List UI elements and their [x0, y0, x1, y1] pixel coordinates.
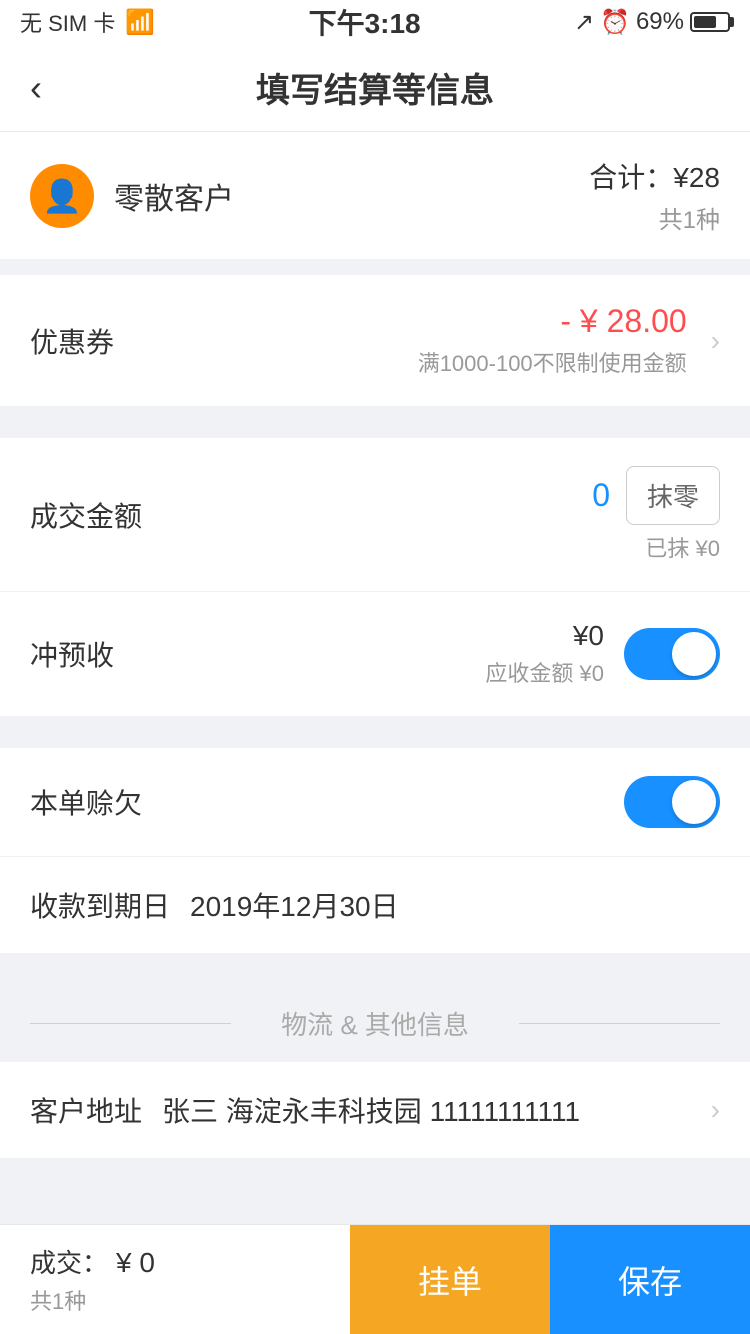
customer-count: 共1种 [589, 200, 720, 235]
address-value: 张三 海淀永丰科技园 11111111111 [162, 1090, 691, 1130]
bottom-info: 成交： ¥ 0 共1种 [0, 1243, 350, 1316]
status-bar: 无 SIM 卡 📶 下午3:18 ↗ ⏰ 69% [0, 0, 750, 44]
status-left: 无 SIM 卡 📶 [20, 6, 155, 38]
due-date-row: 收款到期日 2019年12月30日 [0, 857, 750, 953]
customer-left: 👤 零散客户 [30, 164, 234, 228]
back-button[interactable]: ‹ [30, 67, 42, 109]
transaction-section: 成交金额 0 抹零 已抹 ¥0 冲预收 ¥0 应收金额 ¥0 [0, 438, 750, 716]
customer-avatar: 👤 [30, 164, 94, 228]
prepaid-receivable: 应收金额 ¥0 [485, 656, 604, 688]
coupon-value-area: - ¥ 28.00 满1000-100不限制使用金额 › [418, 303, 720, 378]
battery-icon [690, 12, 730, 32]
battery-percent: 69% [636, 8, 684, 36]
customer-summary: 合计：¥28 共1种 [589, 156, 720, 235]
coupon-row[interactable]: 优惠券 - ¥ 28.00 满1000-100不限制使用金额 › [0, 275, 750, 406]
toggle-knob [672, 632, 716, 676]
bottom-deal-row: 成交： ¥ 0 [30, 1243, 320, 1280]
divider-3 [0, 969, 750, 985]
prepaid-amount: ¥0 [485, 620, 604, 652]
coupon-discount: - ¥ 28.00 [560, 303, 686, 340]
logistics-line-right [519, 1023, 720, 1024]
coupon-info: - ¥ 28.00 满1000-100不限制使用金额 [418, 303, 687, 378]
divider-1 [0, 422, 750, 438]
page-title: 填写结算等信息 [256, 63, 494, 112]
bottom-deal-label: 成交： [30, 1243, 108, 1280]
debt-row: 本单赊欠 [0, 748, 750, 857]
address-section: 客户地址 张三 海淀永丰科技园 11111111111 › [0, 1062, 750, 1158]
debt-section: 本单赊欠 收款到期日 2019年12月30日 [0, 748, 750, 953]
address-row[interactable]: 客户地址 张三 海淀永丰科技园 11111111111 › [0, 1062, 750, 1158]
debt-toggle[interactable] [624, 776, 720, 828]
round-button[interactable]: 抹零 [626, 466, 720, 525]
location-icon: ↗ [574, 8, 594, 37]
bottom-count: 共1种 [30, 1284, 320, 1316]
status-time: 下午3:18 [309, 2, 421, 42]
address-chevron-icon: › [711, 1094, 720, 1126]
avatar-icon: 👤 [42, 177, 82, 215]
coupon-section: 优惠券 - ¥ 28.00 满1000-100不限制使用金额 › [0, 275, 750, 406]
address-label: 客户地址 [30, 1090, 142, 1130]
customer-total: 合计：¥28 [589, 156, 720, 196]
wifi-icon: 📶 [125, 8, 155, 37]
logistics-label: 物流 & 其他信息 [261, 1005, 489, 1042]
debt-label: 本单赊欠 [30, 782, 142, 822]
save-button[interactable]: 保存 [550, 1225, 750, 1334]
nav-bar: ‹ 填写结算等信息 [0, 44, 750, 132]
due-date-label: 收款到期日 [30, 885, 170, 925]
transaction-amount-row: 成交金额 0 抹零 已抹 ¥0 [0, 438, 750, 592]
already-rounded-text: 已抹 ¥0 [645, 531, 720, 563]
due-date-value: 2019年12月30日 [190, 885, 399, 925]
customer-name: 零散客户 [114, 174, 234, 218]
hang-button[interactable]: 挂单 [350, 1225, 550, 1334]
bottom-deal-amount: ¥ 0 [116, 1247, 155, 1279]
prepaid-toggle[interactable] [624, 628, 720, 680]
coupon-description: 满1000-100不限制使用金额 [418, 346, 687, 378]
customer-section: 👤 零散客户 合计：¥28 共1种 [0, 132, 750, 259]
alarm-icon: ⏰ [600, 8, 630, 37]
no-sim-text: 无 SIM 卡 [20, 6, 115, 38]
logistics-divider: 物流 & 其他信息 [0, 985, 750, 1062]
transaction-value: 0 [592, 477, 610, 514]
debt-toggle-knob [672, 780, 716, 824]
prepaid-label: 冲预收 [30, 634, 114, 674]
logistics-line-left [30, 1023, 231, 1024]
content-area: 👤 零散客户 合计：¥28 共1种 优惠券 - ¥ 28.00 满1000-10… [0, 132, 750, 1294]
prepaid-row: 冲预收 ¥0 应收金额 ¥0 [0, 592, 750, 716]
coupon-chevron-icon: › [711, 325, 720, 357]
bottom-bar: 成交： ¥ 0 共1种 挂单 保存 [0, 1224, 750, 1334]
prepaid-right-area: ¥0 应收金额 ¥0 [485, 620, 720, 688]
divider-2 [0, 732, 750, 748]
status-right: ↗ ⏰ 69% [574, 8, 730, 37]
prepaid-amounts: ¥0 应收金额 ¥0 [485, 620, 604, 688]
transaction-label: 成交金额 [30, 495, 142, 535]
coupon-label: 优惠券 [30, 321, 114, 361]
